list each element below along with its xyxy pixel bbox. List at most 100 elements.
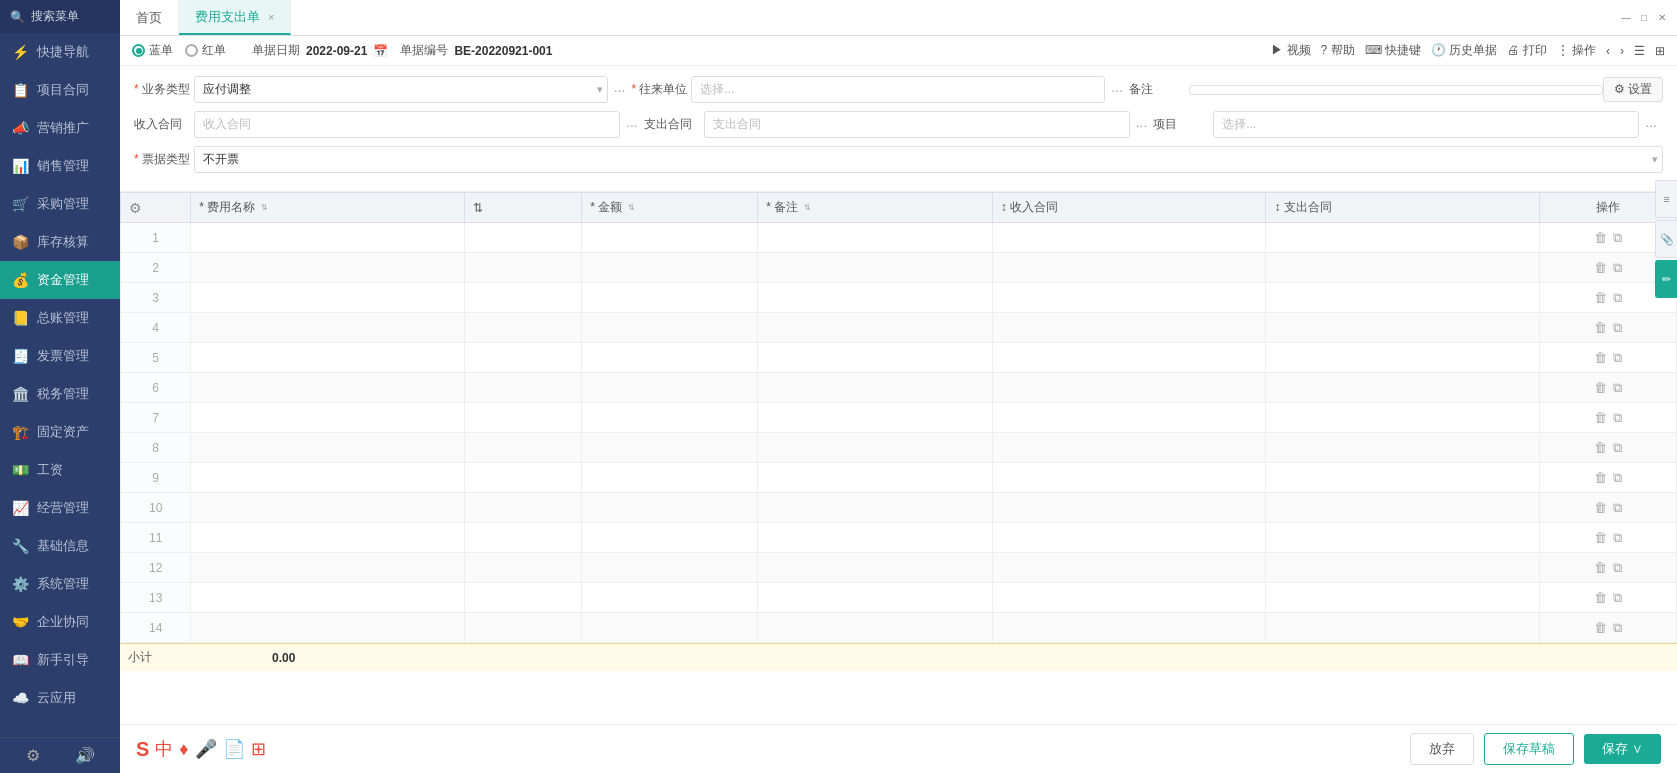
row-amount-1[interactable] [582, 223, 758, 253]
history-button[interactable]: 🕐 历史单据 [1431, 42, 1497, 59]
row-copy-8[interactable]: ⧉ [1613, 440, 1622, 456]
save-button[interactable]: 保存 ∨ [1584, 734, 1661, 764]
tab-expense[interactable]: 费用支出单 × [179, 0, 291, 35]
shortcut-button[interactable]: ⌨ 快捷键 [1365, 42, 1421, 59]
row-expense-name-13[interactable] [191, 583, 465, 613]
sidebar-item-xinshou[interactable]: 📖新手引导 [0, 641, 120, 679]
row-copy-1[interactable]: ⧉ [1613, 230, 1622, 246]
row-delete-11[interactable]: 🗑 [1594, 530, 1607, 545]
remark-input[interactable] [1189, 85, 1603, 95]
row-delete-3[interactable]: 🗑 [1594, 290, 1607, 305]
row-delete-4[interactable]: 🗑 [1594, 320, 1607, 335]
sidebar-item-kucun[interactable]: 📦库存核算 [0, 223, 120, 261]
row-income-contract-3[interactable] [992, 283, 1266, 313]
row-copy-13[interactable]: ⧉ [1613, 590, 1622, 606]
save-draft-button[interactable]: 保存草稿 [1484, 733, 1574, 765]
row-note-2[interactable] [758, 253, 993, 283]
row-amount-10[interactable] [582, 493, 758, 523]
row-note-6[interactable] [758, 373, 993, 403]
row-note-1[interactable] [758, 223, 993, 253]
partner-ellipsis[interactable]: ··· [1111, 82, 1123, 98]
row-note-11[interactable] [758, 523, 993, 553]
sidebar-search[interactable]: 🔍 搜索菜单 [0, 0, 120, 33]
row-expense-name-7[interactable] [191, 403, 465, 433]
row-expense-name-10[interactable] [191, 493, 465, 523]
row-amount-8[interactable] [582, 433, 758, 463]
row-delete-1[interactable]: 🗑 [1594, 230, 1607, 245]
right-panel-item-3[interactable]: ✏ [1655, 260, 1677, 298]
row-delete-5[interactable]: 🗑 [1594, 350, 1607, 365]
grid-view-button[interactable]: ⊞ [1655, 44, 1665, 58]
row-copy-9[interactable]: ⧉ [1613, 470, 1622, 486]
sidebar-item-gudingzichan[interactable]: 🏗️固定资产 [0, 413, 120, 451]
row-sort-8[interactable] [465, 433, 582, 463]
row-copy-5[interactable]: ⧉ [1613, 350, 1622, 366]
row-expense-contract-9[interactable] [1266, 463, 1540, 493]
sidebar-item-jichu[interactable]: 🔧基础信息 [0, 527, 120, 565]
row-income-contract-4[interactable] [992, 313, 1266, 343]
row-amount-7[interactable] [582, 403, 758, 433]
row-expense-contract-1[interactable] [1266, 223, 1540, 253]
video-button[interactable]: ▶ 视频 [1271, 42, 1310, 59]
row-note-12[interactable] [758, 553, 993, 583]
row-expense-contract-2[interactable] [1266, 253, 1540, 283]
th-expense-name-sort[interactable]: ⇅ [261, 203, 268, 212]
business-type-ellipsis[interactable]: ··· [614, 82, 626, 98]
settings-icon[interactable]: ⚙ [26, 746, 40, 765]
tab-expense-close[interactable]: × [268, 11, 274, 23]
no-value[interactable]: BE-20220921-001 [454, 44, 552, 58]
row-note-8[interactable] [758, 433, 993, 463]
row-sort-7[interactable] [465, 403, 582, 433]
row-amount-9[interactable] [582, 463, 758, 493]
th-income[interactable]: ↕ 收入合同 [992, 193, 1266, 223]
sidebar-item-xitong[interactable]: ⚙️系统管理 [0, 565, 120, 603]
row-income-contract-1[interactable] [992, 223, 1266, 253]
date-value[interactable]: 2022-09-21 [306, 44, 367, 58]
sidebar-item-caigou[interactable]: 🛒采购管理 [0, 185, 120, 223]
sound-icon[interactable]: 🔊 [75, 746, 95, 765]
row-sort-9[interactable] [465, 463, 582, 493]
business-type-input[interactable]: 应付调整 [194, 76, 608, 103]
row-income-contract-5[interactable] [992, 343, 1266, 373]
row-note-7[interactable] [758, 403, 993, 433]
row-sort-2[interactable] [465, 253, 582, 283]
th-amount-sort[interactable]: ⇅ [628, 203, 635, 212]
th-amount[interactable]: * 金额 ⇅ [582, 193, 758, 223]
row-note-10[interactable] [758, 493, 993, 523]
row-delete-2[interactable]: 🗑 [1594, 260, 1607, 275]
row-note-9[interactable] [758, 463, 993, 493]
row-expense-name-11[interactable] [191, 523, 465, 553]
nav-next-button[interactable]: › [1620, 44, 1624, 58]
row-expense-name-4[interactable] [191, 313, 465, 343]
row-expense-name-5[interactable] [191, 343, 465, 373]
row-expense-contract-10[interactable] [1266, 493, 1540, 523]
sidebar-item-yun[interactable]: ☁️云应用 [0, 679, 120, 717]
row-income-contract-13[interactable] [992, 583, 1266, 613]
row-expense-name-1[interactable] [191, 223, 465, 253]
blue-radio[interactable]: 蓝单 [132, 42, 173, 59]
th-expense-name[interactable]: * 费用名称 ⇅ [191, 193, 465, 223]
row-copy-6[interactable]: ⧉ [1613, 380, 1622, 396]
row-amount-6[interactable] [582, 373, 758, 403]
maximize-button[interactable]: □ [1637, 11, 1651, 25]
sidebar-item-xiangmu[interactable]: 📋项目合同 [0, 71, 120, 109]
calendar-icon[interactable]: 📅 [373, 44, 388, 58]
th-note-sort[interactable]: ⇅ [804, 203, 811, 212]
red-radio[interactable]: 红单 [185, 42, 226, 59]
partner-input[interactable]: 选择... [691, 76, 1105, 103]
row-expense-contract-4[interactable] [1266, 313, 1540, 343]
row-expense-contract-3[interactable] [1266, 283, 1540, 313]
row-sort-6[interactable] [465, 373, 582, 403]
sidebar-item-zijin[interactable]: 💰资金管理 [0, 261, 120, 299]
row-income-contract-6[interactable] [992, 373, 1266, 403]
th-settings[interactable]: ⚙ [121, 193, 191, 223]
th-expense-contract[interactable]: ↕ 支出合同 [1266, 193, 1540, 223]
row-copy-2[interactable]: ⧉ [1613, 260, 1622, 276]
row-sort-3[interactable] [465, 283, 582, 313]
row-copy-3[interactable]: ⧉ [1613, 290, 1622, 306]
row-delete-8[interactable]: 🗑 [1594, 440, 1607, 455]
sidebar-item-qiye[interactable]: 🤝企业协同 [0, 603, 120, 641]
row-expense-contract-12[interactable] [1266, 553, 1540, 583]
row-sort-14[interactable] [465, 613, 582, 643]
operate-button[interactable]: ⋮ 操作 [1557, 42, 1596, 59]
